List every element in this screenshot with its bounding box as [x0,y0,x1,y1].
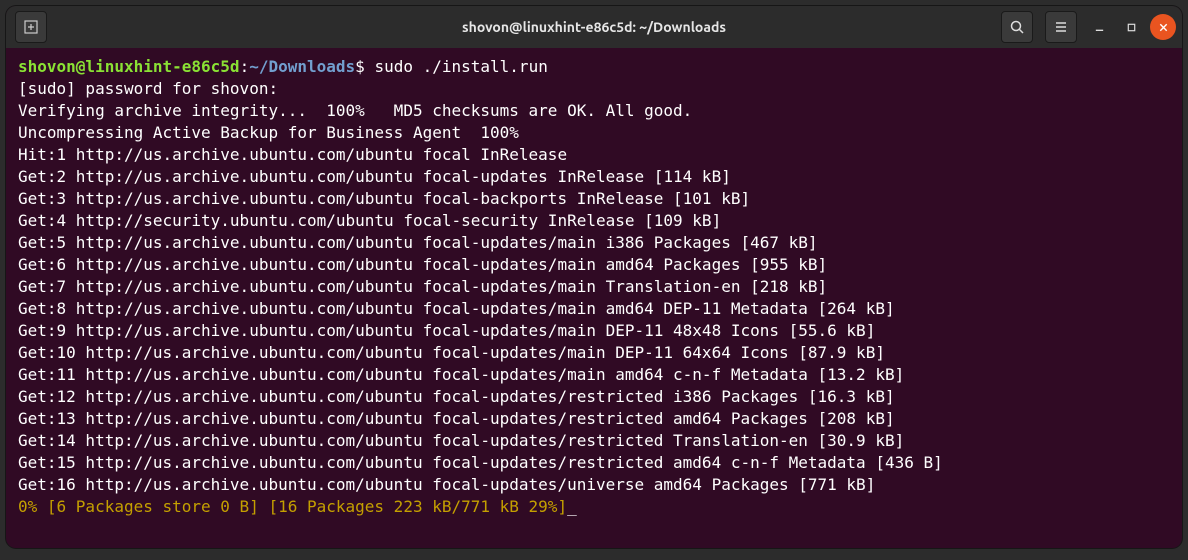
output-line: Get:12 http://us.archive.ubuntu.com/ubun… [18,386,1170,408]
titlebar: shovon@linuxhint-e86c5d: ~/Downloads [6,6,1182,48]
titlebar-controls [998,11,1176,43]
output-line: Get:5 http://us.archive.ubuntu.com/ubunt… [18,232,1170,254]
prompt-dollar: $ [355,57,374,76]
output-line: Get:4 http://security.ubuntu.com/ubuntu … [18,210,1170,232]
output-line: Get:6 http://us.archive.ubuntu.com/ubunt… [18,254,1170,276]
prompt-path: ~/Downloads [249,57,355,76]
prompt-userhost: shovon@linuxhint-e86c5d [18,57,240,76]
maximize-icon [1126,22,1137,33]
menu-button[interactable] [1045,11,1077,43]
progress-line: 0% [6 Packages store 0 B] [16 Packages 2… [18,496,1170,518]
output-line: Get:8 http://us.archive.ubuntu.com/ubunt… [18,298,1170,320]
minimize-icon [1094,22,1105,33]
close-button[interactable] [1150,14,1176,40]
close-icon [1158,22,1169,33]
output-line: [sudo] password for shovon: [18,78,1170,100]
output-line: Get:7 http://us.archive.ubuntu.com/ubunt… [18,276,1170,298]
minimize-button[interactable] [1086,14,1112,40]
output-line: Get:10 http://us.archive.ubuntu.com/ubun… [18,342,1170,364]
terminal-window: shovon@linuxhint-e86c5d: ~/Downloads [6,6,1182,548]
output-line: Get:16 http://us.archive.ubuntu.com/ubun… [18,474,1170,496]
output-line: Verifying archive integrity... 100% MD5 … [18,100,1170,122]
terminal-body[interactable]: shovon@linuxhint-e86c5d:~/Downloads$ sud… [6,48,1182,548]
hamburger-icon [1053,19,1069,35]
output-line: Get:13 http://us.archive.ubuntu.com/ubun… [18,408,1170,430]
output-line: Hit:1 http://us.archive.ubuntu.com/ubunt… [18,144,1170,166]
output-line: Get:14 http://us.archive.ubuntu.com/ubun… [18,430,1170,452]
new-tab-icon [23,19,39,35]
output-line: Get:3 http://us.archive.ubuntu.com/ubunt… [18,188,1170,210]
cursor: _ [567,496,576,514]
output-line: Get:2 http://us.archive.ubuntu.com/ubunt… [18,166,1170,188]
new-tab-button[interactable] [15,11,47,43]
command-text: sudo ./install.run [374,57,547,76]
maximize-button[interactable] [1118,14,1144,40]
prompt-colon: : [240,57,250,76]
output-lines: [sudo] password for shovon: Verifying ar… [18,78,1170,496]
progress-text: 0% [6 Packages store 0 B] [16 Packages 2… [18,497,567,516]
search-icon [1009,19,1025,35]
prompt-line: shovon@linuxhint-e86c5d:~/Downloads$ sud… [18,56,1170,78]
output-line: Get:15 http://us.archive.ubuntu.com/ubun… [18,452,1170,474]
search-button[interactable] [1001,11,1033,43]
output-line: Get:9 http://us.archive.ubuntu.com/ubunt… [18,320,1170,342]
output-line: Uncompressing Active Backup for Business… [18,122,1170,144]
output-line: Get:11 http://us.archive.ubuntu.com/ubun… [18,364,1170,386]
